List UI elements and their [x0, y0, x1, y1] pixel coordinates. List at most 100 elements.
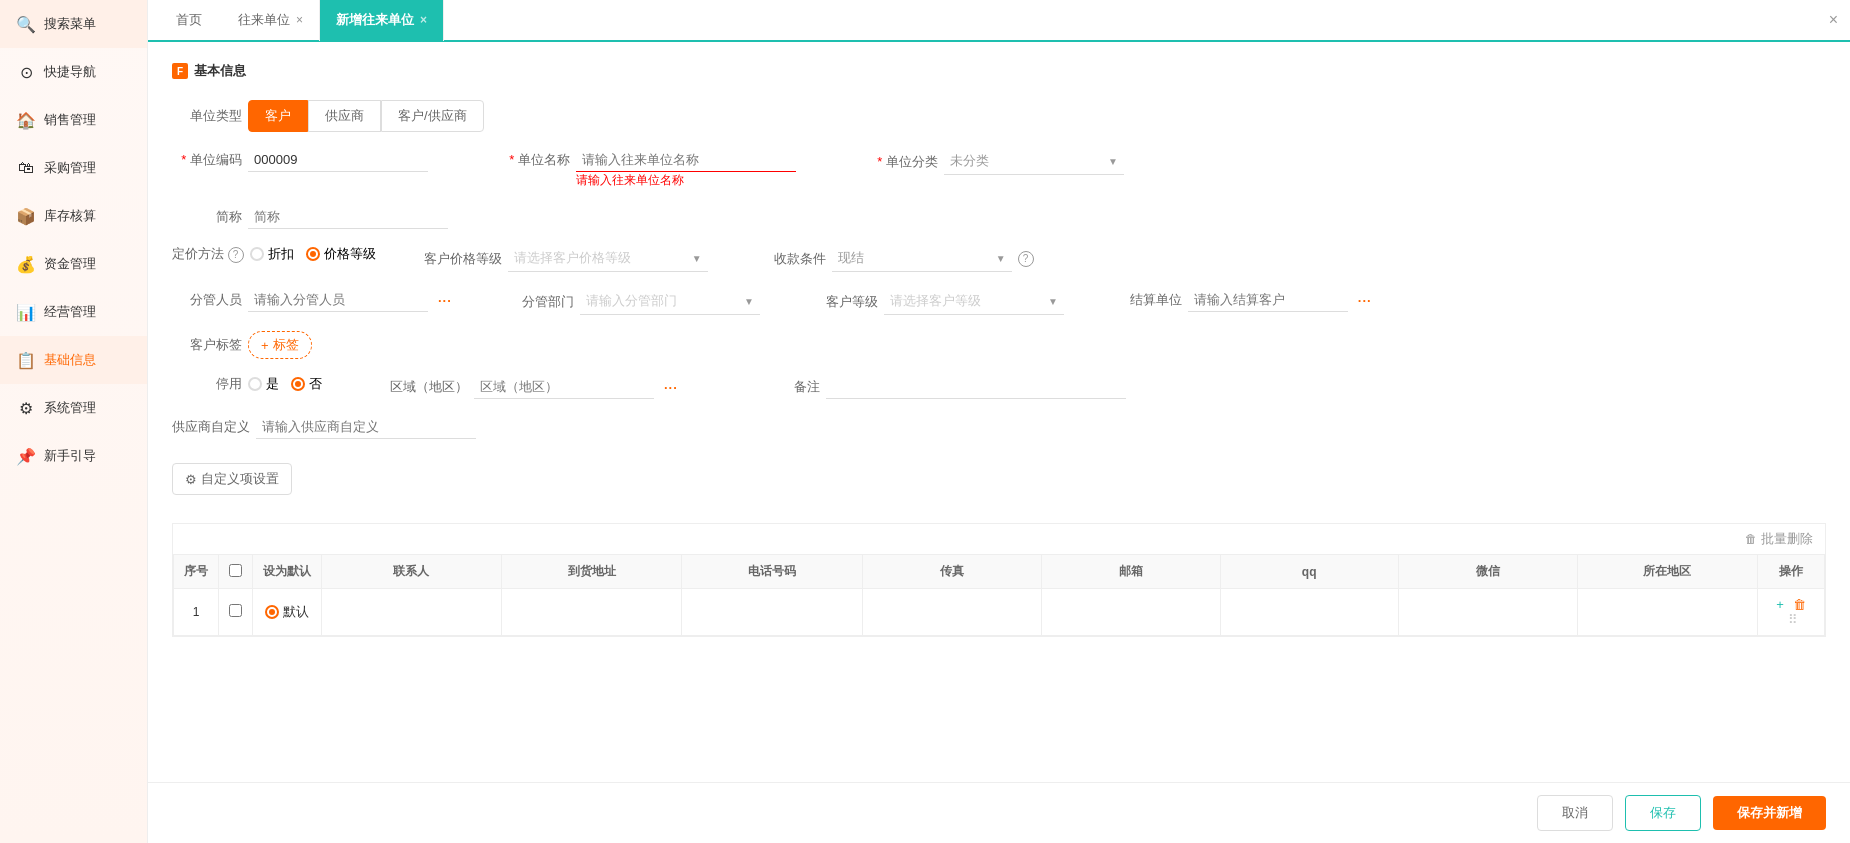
col-contact: 联系人: [322, 555, 502, 589]
row-wechat-input[interactable]: [1409, 605, 1567, 620]
row-contact-input[interactable]: [332, 605, 491, 620]
region-input[interactable]: [474, 375, 654, 399]
close-partner-list-tab[interactable]: ×: [296, 13, 303, 27]
sidebar-item-purchase[interactable]: 🛍 采购管理: [0, 144, 147, 192]
custom-settings-button[interactable]: ⚙ 自定义项设置: [172, 463, 292, 495]
settlement-unit-input[interactable]: [1188, 288, 1348, 312]
unit-category-select[interactable]: 未分类 ▼: [944, 148, 1124, 175]
short-name-label: 简称: [172, 208, 242, 226]
table-row: 1 默认: [174, 589, 1825, 636]
batch-delete-label[interactable]: 批量删除: [1761, 530, 1813, 548]
customer-price-level-select[interactable]: 请选择客户价格等级 ▼: [508, 245, 708, 272]
row-phone-input[interactable]: [692, 605, 852, 620]
row-qq-input[interactable]: [1231, 605, 1388, 620]
system-icon: ⚙: [16, 398, 36, 418]
region-field: 区域（地区） ···: [390, 375, 682, 399]
row-delete-btn[interactable]: 🗑: [1793, 597, 1806, 612]
type-btn-supplier[interactable]: 供应商: [308, 100, 381, 132]
unit-type-row: 单位类型 客户 供应商 客户/供应商: [172, 100, 1826, 132]
radio-level-circle: [306, 247, 320, 261]
row-email-input[interactable]: [1052, 605, 1210, 620]
type-btn-customer[interactable]: 客户: [248, 100, 308, 132]
sidebar-item-system[interactable]: ⚙ 系统管理: [0, 384, 147, 432]
row-phone[interactable]: [682, 589, 863, 636]
payment-terms-info-icon[interactable]: ?: [1018, 251, 1034, 267]
settlement-unit-field: 结算单位 ···: [1112, 288, 1376, 312]
sidebar-item-guide[interactable]: 📌 新手引导: [0, 432, 147, 480]
unit-type-label: 单位类型: [172, 107, 242, 125]
disabled-radio-group: 是 否: [248, 375, 322, 393]
col-region: 所在地区: [1577, 555, 1758, 589]
row-fax[interactable]: [862, 589, 1041, 636]
guide-icon: 📌: [16, 446, 36, 466]
payment-terms-select[interactable]: 现结 ▼: [832, 245, 1012, 272]
save-and-new-button[interactable]: 保存并新增: [1713, 796, 1826, 830]
remark-label: 备注: [750, 378, 820, 396]
region-dots-btn[interactable]: ···: [660, 380, 682, 395]
col-email: 邮箱: [1041, 555, 1220, 589]
disabled-radio-yes[interactable]: 是: [248, 375, 279, 393]
row-region-input[interactable]: [1588, 605, 1748, 620]
row-checkbox-cell[interactable]: [219, 589, 253, 636]
tab-new-partner[interactable]: 新增往来单位 ×: [320, 0, 444, 41]
add-tag-button[interactable]: + 标签: [248, 331, 312, 359]
pricing-radio-level[interactable]: 价格等级: [306, 245, 376, 263]
row-checkbox[interactable]: [229, 604, 242, 617]
col-no: 序号: [174, 555, 219, 589]
unit-name-label: * 单位名称: [500, 151, 570, 169]
row-fax-input[interactable]: [873, 605, 1031, 620]
row-contact[interactable]: [322, 589, 502, 636]
type-btn-both[interactable]: 客户/供应商: [381, 100, 484, 132]
settlement-unit-dots-btn[interactable]: ···: [1354, 293, 1376, 308]
unit-code-input[interactable]: [248, 148, 428, 172]
col-checkbox[interactable]: [219, 555, 253, 589]
sidebar-item-quick-nav[interactable]: ⊙ 快捷导航: [0, 48, 147, 96]
row-address[interactable]: [501, 589, 682, 636]
remark-input[interactable]: [826, 375, 1126, 399]
unit-name-error: 请输入往来单位名称: [576, 173, 684, 187]
sidebar-item-sales[interactable]: 🏠 销售管理: [0, 96, 147, 144]
finance-icon: 💰: [16, 254, 36, 274]
sidebar-item-operations[interactable]: 📊 经营管理: [0, 288, 147, 336]
close-new-partner-tab[interactable]: ×: [420, 13, 427, 27]
pricing-info-icon[interactable]: ?: [228, 247, 244, 263]
short-name-input[interactable]: [248, 205, 448, 229]
unit-category-field: * 单位分类 未分类 ▼: [868, 148, 1148, 175]
department-select[interactable]: 请输入分管部门 ▼: [580, 288, 760, 315]
disabled-radio-no[interactable]: 否: [291, 375, 322, 393]
close-all-tabs[interactable]: ×: [1829, 11, 1838, 29]
supervisor-label: 分管人员: [172, 291, 242, 309]
row-drag-handle[interactable]: ⠿: [1788, 612, 1798, 627]
unit-name-input[interactable]: [576, 148, 796, 172]
row-add-btn[interactable]: +: [1776, 597, 1784, 612]
sidebar-item-search[interactable]: 🔍 搜索菜单: [0, 0, 147, 48]
save-button[interactable]: 保存: [1625, 795, 1701, 831]
search-icon: 🔍: [16, 14, 36, 34]
select-all-checkbox[interactable]: [229, 564, 242, 577]
row-address-input[interactable]: [512, 605, 672, 620]
row-default: 默认: [253, 589, 322, 636]
tab-home[interactable]: 首页: [156, 0, 222, 41]
supervisor-dots-btn[interactable]: ···: [434, 293, 456, 308]
disabled-label: 停用: [172, 375, 242, 393]
short-name-row: 简称: [172, 205, 1826, 229]
row-email[interactable]: [1041, 589, 1220, 636]
pricing-method-label: 定价方法 ?: [172, 245, 244, 263]
row-qq[interactable]: [1220, 589, 1398, 636]
cancel-button[interactable]: 取消: [1537, 795, 1613, 831]
customer-level-select[interactable]: 请选择客户等级 ▼: [884, 288, 1064, 315]
supplier-custom-input[interactable]: [256, 415, 476, 439]
supervisor-input[interactable]: [248, 288, 428, 312]
row-wechat[interactable]: [1398, 589, 1577, 636]
sidebar-item-inventory[interactable]: 📦 库存核算: [0, 192, 147, 240]
payment-terms-field: 收款条件 现结 ▼ ?: [756, 245, 1034, 272]
row-region[interactable]: [1577, 589, 1758, 636]
region-label: 区域（地区）: [390, 378, 468, 396]
tab-partner-list[interactable]: 往来单位 ×: [222, 0, 320, 41]
type-buttons: 客户 供应商 客户/供应商: [248, 100, 484, 132]
sidebar-item-basic-info[interactable]: 📋 基础信息: [0, 336, 147, 384]
supervisor-row: 分管人员 ··· 分管部门 请输入分管部门 ▼ 客户等级 请选择客户等级 ▼: [172, 288, 1826, 315]
sidebar-item-finance[interactable]: 💰 资金管理: [0, 240, 147, 288]
unit-type-field: 单位类型 客户 供应商 客户/供应商: [172, 100, 484, 132]
pricing-radio-discount[interactable]: 折扣: [250, 245, 294, 263]
